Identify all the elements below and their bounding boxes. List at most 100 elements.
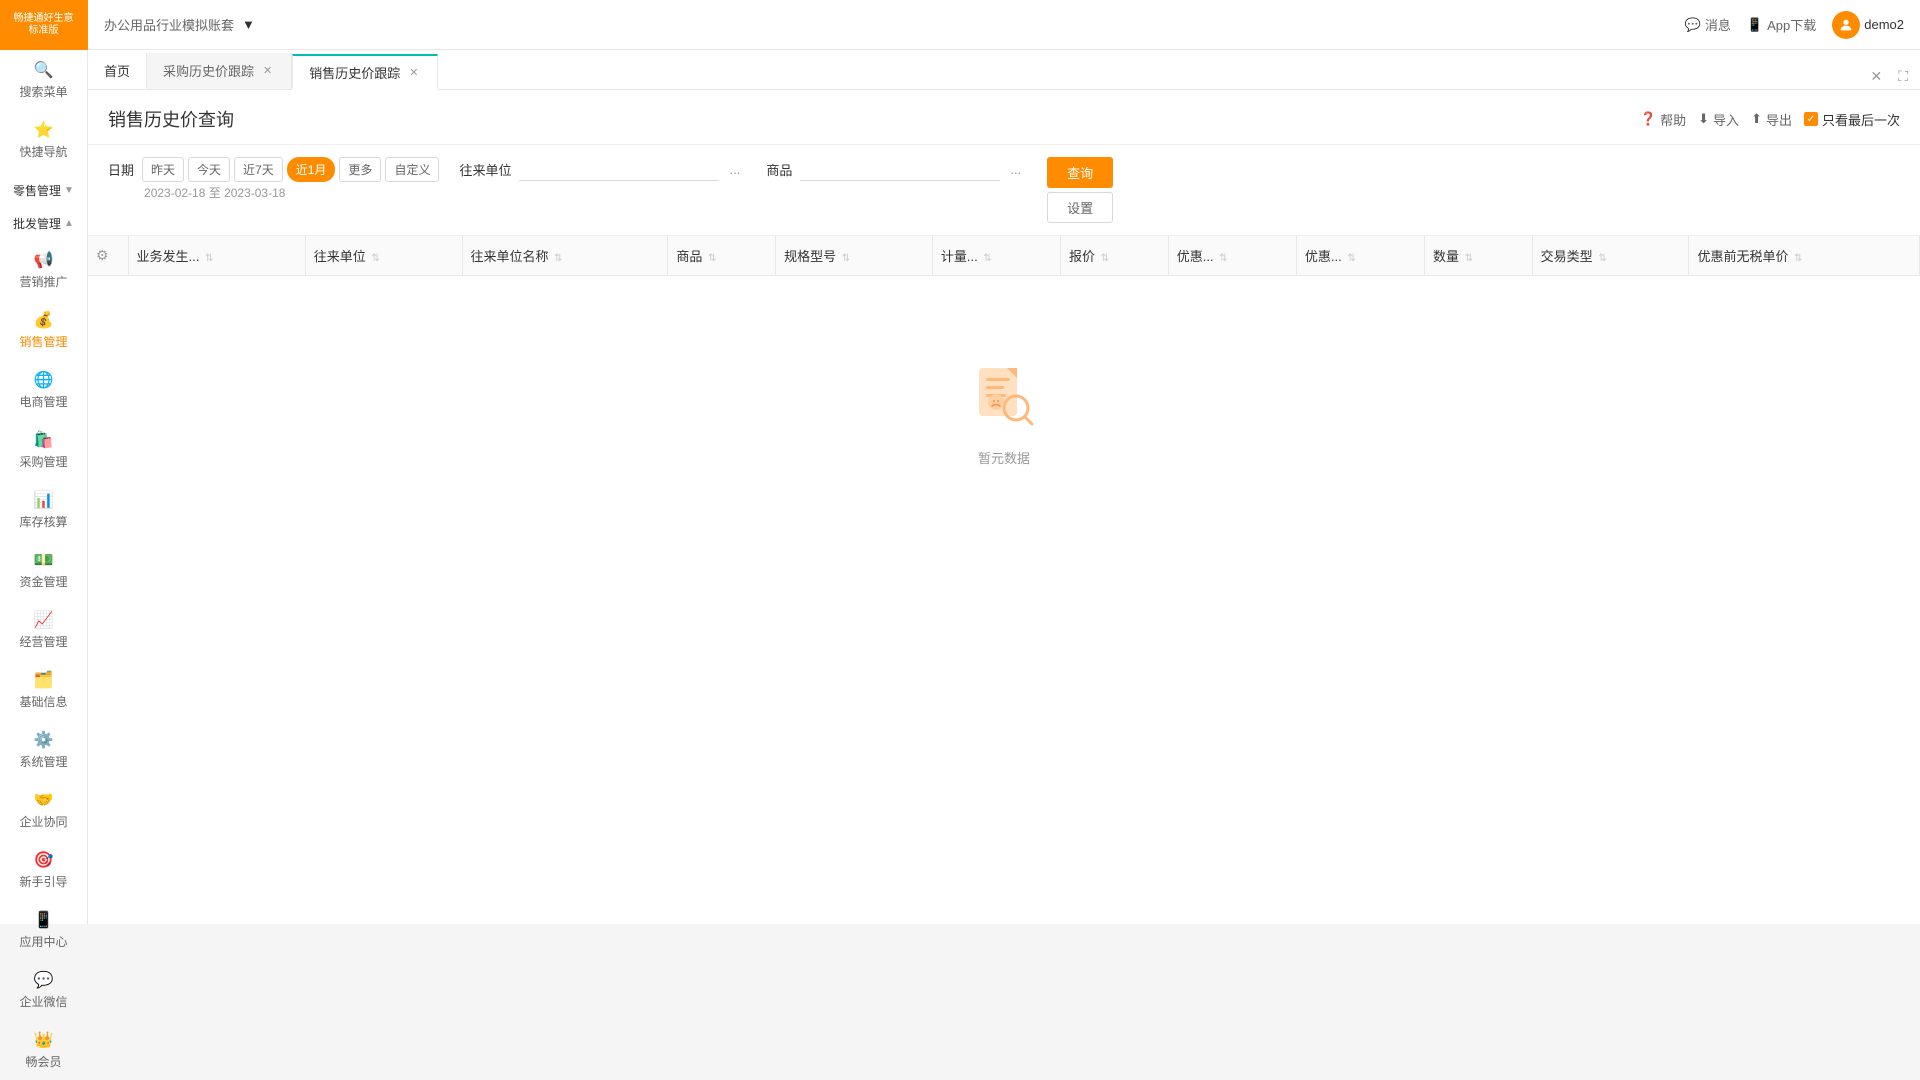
sort-icon-product[interactable]: ⇅: [708, 253, 716, 264]
help-button[interactable]: ❓ 帮助: [1640, 110, 1686, 129]
th-quantity: 数量 ⇅: [1424, 236, 1532, 276]
sidebar-item-system[interactable]: ⚙️ 系统管理: [0, 720, 88, 780]
th-date: 业务发生... ⇅: [128, 236, 305, 276]
sort-icon-unit[interactable]: ⇅: [983, 253, 991, 264]
sort-icon-price-no-tax[interactable]: ⇅: [1794, 253, 1802, 264]
topbar: 办公用品行业模拟账套 ▼ 💬 消息 📱 App下载 demo2: [88, 0, 1920, 50]
tab-sales-close[interactable]: ✕: [406, 65, 421, 80]
sidebar-item-label: 企业微信: [19, 993, 67, 1010]
partner-filter-group: 往来单位 ...: [459, 157, 746, 185]
th-spec-label: 规格型号: [784, 249, 836, 264]
sidebar-item-finance[interactable]: 💵 资金管理: [0, 540, 88, 600]
system-icon: ⚙️: [34, 730, 54, 750]
app-download-button[interactable]: 📱 App下载: [1747, 15, 1816, 34]
marketing-icon: 📢: [34, 250, 54, 270]
close-tab-button[interactable]: ✕: [1866, 64, 1886, 89]
app-name: 畅捷通好生意: [14, 13, 74, 25]
product-input-group: ...: [800, 157, 1027, 181]
sidebar-item-sales[interactable]: 💰 销售管理: [0, 300, 88, 360]
date-btn-custom[interactable]: 自定义: [385, 157, 439, 182]
empty-state: 暂元数据: [88, 276, 1920, 547]
tab-purchase-close[interactable]: ✕: [260, 63, 275, 78]
table-settings-icon[interactable]: ⚙: [96, 247, 109, 263]
th-settings: ⚙: [88, 236, 128, 276]
sort-icon-date[interactable]: ⇅: [205, 253, 213, 264]
sidebar-item-label: 资金管理: [19, 573, 67, 590]
date-btn-yesterday[interactable]: 昨天: [142, 157, 184, 182]
tab-purchase[interactable]: 采购历史价跟踪 ✕: [147, 53, 292, 89]
sidebar-item-member[interactable]: 👑 畅会员: [0, 1020, 88, 1080]
sidebar-item-label: 经营管理: [19, 633, 67, 650]
sort-icon-discount2[interactable]: ⇅: [1347, 253, 1355, 264]
help-label: 帮助: [1660, 110, 1686, 129]
sidebar-item-label: 系统管理: [19, 753, 67, 770]
export-button[interactable]: ⬆ 导出: [1751, 110, 1792, 129]
tab-sales[interactable]: 销售历史价跟踪 ✕: [292, 54, 438, 90]
sidebar-item-guide[interactable]: 🎯 新手引导: [0, 840, 88, 900]
sort-icon-spec[interactable]: ⇅: [842, 253, 850, 264]
ecommerce-icon: 🌐: [34, 370, 54, 390]
user-profile[interactable]: demo2: [1832, 11, 1904, 39]
tab-home-label: 首页: [104, 61, 130, 80]
topbar-dropdown-icon[interactable]: ▼: [242, 17, 255, 32]
sidebar-item-ecommerce[interactable]: 🌐 电商管理: [0, 360, 88, 420]
th-date-label: 业务发生...: [137, 249, 200, 264]
table-container[interactable]: ⚙ 业务发生... ⇅ 往来单位 ⇅ 往来单位名称: [88, 236, 1920, 924]
sort-icon-quote[interactable]: ⇅: [1101, 253, 1109, 264]
search-icon: 🔍: [34, 60, 54, 80]
partner-picker-button[interactable]: ...: [723, 158, 746, 181]
sidebar-item-wholesale[interactable]: 批发管理 ▲: [0, 207, 88, 240]
date-btn-7days[interactable]: 近7天: [234, 157, 283, 182]
th-unit-label: 计量...: [941, 249, 978, 264]
th-discount2: 优惠... ⇅: [1296, 236, 1424, 276]
sort-icon-quantity[interactable]: ⇅: [1465, 253, 1473, 264]
topbar-title: 办公用品行业模拟账套: [104, 15, 234, 34]
message-button[interactable]: 💬 消息: [1685, 15, 1731, 34]
download-icon: 📱: [1747, 17, 1763, 33]
sidebar-item-base[interactable]: 🗂️ 基础信息: [0, 660, 88, 720]
enterprise-icon: 🤝: [34, 790, 54, 810]
product-picker-button[interactable]: ...: [1004, 158, 1027, 181]
sidebar-item-operations[interactable]: 📈 经营管理: [0, 600, 88, 660]
date-btn-1month[interactable]: 近1月: [287, 157, 336, 182]
message-label: 消息: [1705, 15, 1731, 34]
sidebar-item-quick[interactable]: ⭐ 快捷导航: [0, 110, 88, 170]
only-last-checkbox[interactable]: ✓: [1804, 112, 1818, 126]
user-name: demo2: [1864, 17, 1904, 32]
page-title: 销售历史价查询: [108, 106, 234, 132]
tab-home[interactable]: 首页: [88, 53, 147, 89]
wechat-icon: 💬: [34, 970, 54, 990]
sort-icon-trade-type[interactable]: ⇅: [1598, 253, 1606, 264]
sidebar-item-wechat[interactable]: 💬 企业微信: [0, 960, 88, 1020]
sidebar-item-purchase[interactable]: 🛍️ 采购管理: [0, 420, 88, 480]
sidebar-item-enterprise[interactable]: 🤝 企业协同: [0, 780, 88, 840]
product-input[interactable]: [800, 157, 1000, 181]
sort-icon-partner-code[interactable]: ⇅: [371, 253, 379, 264]
sidebar-item-appstore[interactable]: 📱 应用中心: [0, 900, 88, 960]
sidebar: 畅捷通好生意 标准版 🔍 搜索菜单 ⭐ 快捷导航 零售管理 ▼ 批发管理 ▲ 📢…: [0, 0, 88, 924]
import-button[interactable]: ⬇ 导入: [1698, 110, 1739, 129]
query-button[interactable]: 查询: [1047, 157, 1113, 188]
date-btn-today[interactable]: 今天: [188, 157, 230, 182]
export-label: 导出: [1766, 110, 1792, 129]
sort-icon-discount1[interactable]: ⇅: [1219, 253, 1227, 264]
fullscreen-button[interactable]: ⛶: [1894, 64, 1912, 89]
sidebar-item-search[interactable]: 🔍 搜索菜单: [0, 50, 88, 110]
sidebar-item-label: 零售管理: [13, 182, 61, 199]
sort-icon-partner-name[interactable]: ⇅: [554, 253, 562, 264]
product-filter-group: 商品 ...: [766, 157, 1027, 185]
partner-input[interactable]: [519, 157, 719, 181]
setting-button[interactable]: 设置: [1047, 192, 1113, 223]
sidebar-item-retail[interactable]: 零售管理 ▼: [0, 174, 88, 207]
inventory-icon: 📊: [34, 490, 54, 510]
th-discount1-label: 优惠...: [1177, 249, 1214, 264]
topbar-right: 💬 消息 📱 App下载 demo2: [1685, 11, 1904, 39]
sidebar-item-label: 基础信息: [19, 693, 67, 710]
th-discount1: 优惠... ⇅: [1168, 236, 1296, 276]
sidebar-item-marketing[interactable]: 📢 营销推广: [0, 240, 88, 300]
only-last-checkbox-label[interactable]: ✓ 只看最后一次: [1804, 110, 1900, 129]
purchase-icon: 🛍️: [34, 430, 54, 450]
sidebar-item-inventory[interactable]: 📊 库存核算: [0, 480, 88, 540]
base-icon: 🗂️: [34, 670, 54, 690]
date-btn-more[interactable]: 更多: [339, 157, 381, 182]
